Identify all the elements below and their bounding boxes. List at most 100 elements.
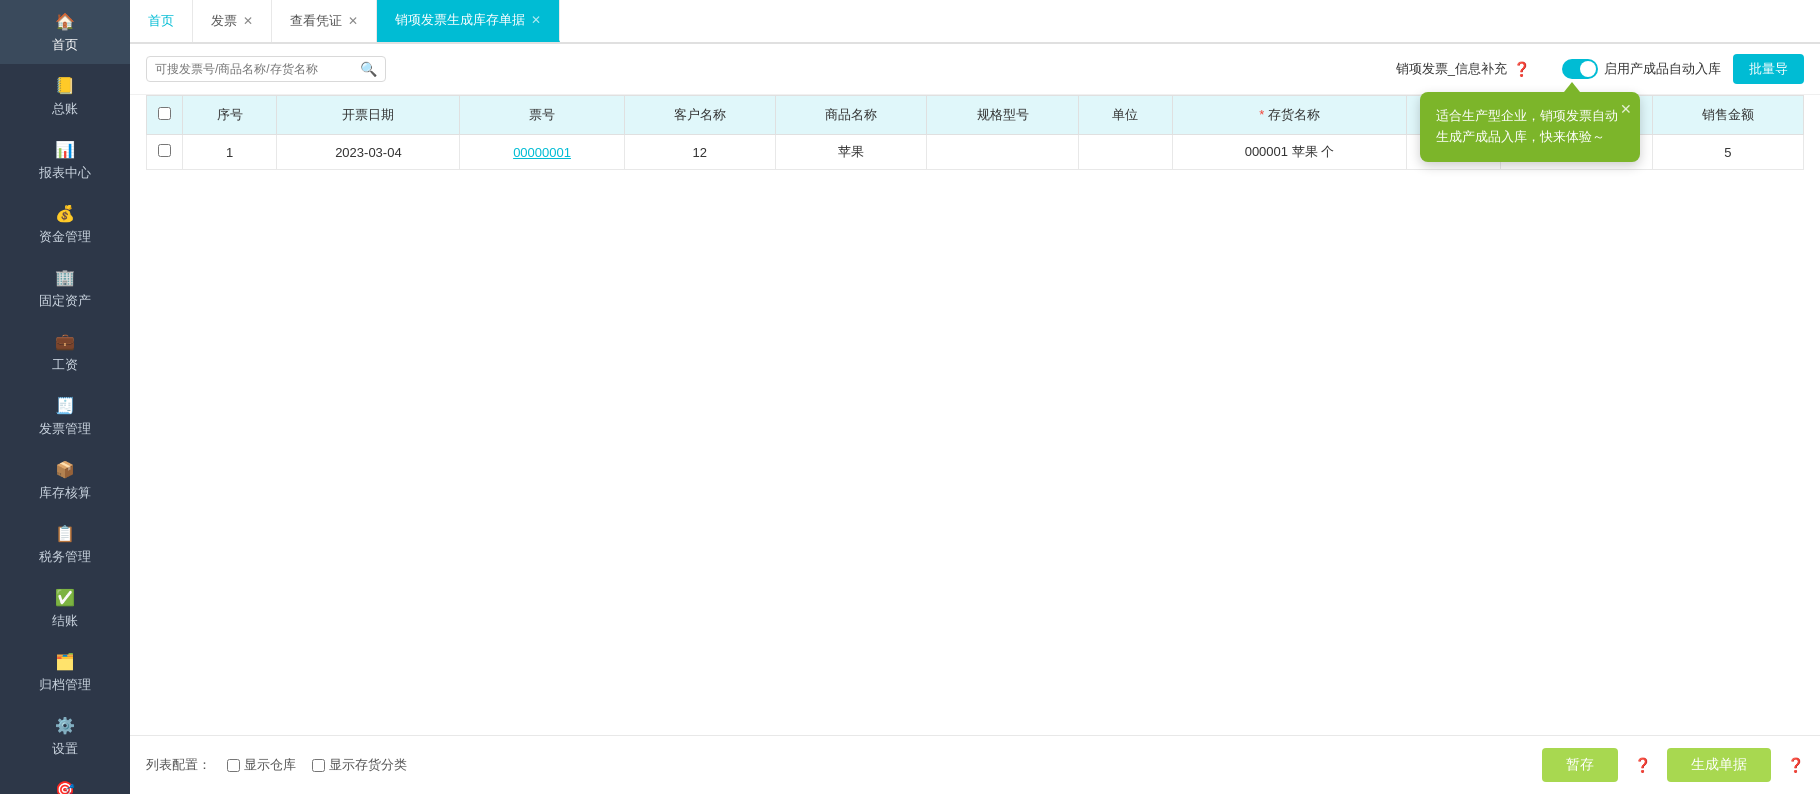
info-supplement-label: 销项发票_信息补充: [1396, 60, 1507, 78]
search-input-wrap[interactable]: 🔍: [146, 56, 386, 82]
batch-button[interactable]: 批量导: [1733, 54, 1804, 84]
sidebar-label-inventory: 库存核算: [39, 484, 91, 502]
sidebar-label-settlement: 结账: [52, 612, 78, 630]
filter-center: 销项发票_信息补充 ❓: [1396, 60, 1530, 78]
search-input[interactable]: [155, 62, 354, 76]
filter-bar: 🔍 销项发票_信息补充 ❓ 启用产成品自动入库 批量导 ✕ 适合生产型企业，销项…: [130, 44, 1820, 95]
sidebar-item-home[interactable]: 🏠 首页: [0, 0, 130, 64]
col-header-product: 商品名称: [776, 96, 927, 135]
search-icon: 🔍: [360, 61, 377, 77]
col-header-amount: 销售金额: [1652, 96, 1803, 135]
toggle-wrap: 启用产成品自动入库: [1562, 59, 1721, 79]
show-warehouse-label: 显示仓库: [244, 756, 296, 774]
tab-close-cancel-invoice-tab[interactable]: ✕: [531, 13, 541, 27]
sidebar-icon-invoice-management: 🧾: [54, 394, 76, 416]
toggle-label: 启用产成品自动入库: [1604, 60, 1721, 78]
sidebar-label-home: 首页: [52, 36, 78, 54]
sidebar-label-tax-management: 税务管理: [39, 548, 91, 566]
tab-label-cancel-invoice-tab: 销项发票生成库存单据: [395, 11, 525, 29]
sidebar-item-archive[interactable]: 🗂️ 归档管理: [0, 640, 130, 704]
select-all-checkbox[interactable]: [158, 107, 171, 120]
col-header-unit: 单位: [1078, 96, 1172, 135]
show-warehouse-item[interactable]: 显示仓库: [227, 756, 296, 774]
sidebar-item-inventory[interactable]: 📦 库存核算: [0, 448, 130, 512]
sidebar-item-tax-management[interactable]: 📋 税务管理: [0, 512, 130, 576]
tab-home-tab[interactable]: 首页: [130, 0, 193, 42]
col-header-spec: 规格型号: [927, 96, 1078, 135]
sidebar-item-settings[interactable]: ⚙️ 设置: [0, 704, 130, 768]
tooltip-popup: ✕ 适合生产型企业，销项发票自动生成产成品入库，快来体验～: [1420, 92, 1640, 162]
sidebar-item-fund-management[interactable]: 💰 资金管理: [0, 192, 130, 256]
tooltip-text: 适合生产型企业，销项发票自动生成产成品入库，快来体验～: [1436, 108, 1618, 144]
tab-close-view-voucher-tab[interactable]: ✕: [348, 14, 358, 28]
sidebar-icon-home: 🏠: [54, 10, 76, 32]
cell-spec-0: [927, 135, 1078, 170]
sidebar-item-fixed-assets[interactable]: 🏢 固定资产: [0, 256, 130, 320]
save-help-icon[interactable]: ❓: [1634, 757, 1651, 773]
bottom-bar: 列表配置： 显示仓库 显示存货分类 暂存 ❓ 生成单据 ❓: [130, 735, 1820, 794]
sidebar-icon-general-ledger: 📒: [54, 74, 76, 96]
tab-invoice-tab[interactable]: 发票 ✕: [193, 0, 272, 42]
list-config-label: 列表配置：: [146, 756, 211, 774]
sidebar-icon-guide: 🎯: [54, 778, 76, 794]
cell-number-0[interactable]: 00000001: [460, 135, 624, 170]
sidebar-icon-archive: 🗂️: [54, 650, 76, 672]
col-header-date: 开票日期: [277, 96, 460, 135]
cell-inventory-0: 000001 苹果 个: [1173, 135, 1407, 170]
sidebar-icon-tax-management: 📋: [54, 522, 76, 544]
tab-view-voucher-tab[interactable]: 查看凭证 ✕: [272, 0, 377, 42]
tab-label-view-voucher-tab: 查看凭证: [290, 12, 342, 30]
show-inventory-category-item[interactable]: 显示存货分类: [312, 756, 407, 774]
info-help-icon[interactable]: ❓: [1513, 61, 1530, 77]
table-wrap: 序号开票日期票号客户名称商品名称规格型号单位存货名称数量销售单价销售金额 120…: [130, 95, 1820, 735]
cell-date-0: 2023-03-04: [277, 135, 460, 170]
cell-product-0: 苹果: [776, 135, 927, 170]
main-area: 首页发票 ✕ 查看凭证 ✕ 销项发票生成库存单据 ✕ 🔍 销项发票_信息补充 ❓ 启用产成…: [130, 0, 1820, 794]
sidebar-item-settlement[interactable]: ✅ 结账: [0, 576, 130, 640]
tab-close-invoice-tab[interactable]: ✕: [243, 14, 253, 28]
sidebar-icon-payroll: 💼: [54, 330, 76, 352]
sidebar-label-fixed-assets: 固定资产: [39, 292, 91, 310]
sidebar: 🏠 首页 📒 总账 📊 报表中心 💰 资金管理 🏢 固定资产 💼 工资 🧾 发票…: [0, 0, 130, 794]
sidebar-item-report-center[interactable]: 📊 报表中心: [0, 128, 130, 192]
sidebar-label-invoice-management: 发票管理: [39, 420, 91, 438]
tab-bar: 首页发票 ✕ 查看凭证 ✕ 销项发票生成库存单据 ✕: [130, 0, 1820, 44]
invoice-number-link-0[interactable]: 00000001: [513, 145, 571, 160]
cell-unit-0: [1078, 135, 1172, 170]
sidebar-icon-settlement: ✅: [54, 586, 76, 608]
cell-seq-0: 1: [183, 135, 277, 170]
cell-amount-0: 5: [1652, 135, 1803, 170]
save-button[interactable]: 暂存: [1542, 748, 1618, 782]
auto-import-toggle[interactable]: [1562, 59, 1598, 79]
sidebar-icon-settings: ⚙️: [54, 714, 76, 736]
sidebar-icon-fund-management: 💰: [54, 202, 76, 224]
show-inventory-category-checkbox[interactable]: [312, 759, 325, 772]
sidebar-item-invoice-management[interactable]: 🧾 发票管理: [0, 384, 130, 448]
sidebar-label-settings: 设置: [52, 740, 78, 758]
sidebar-item-general-ledger[interactable]: 📒 总账: [0, 64, 130, 128]
sidebar-icon-fixed-assets: 🏢: [54, 266, 76, 288]
sidebar-item-guide[interactable]: 🎯 新手引导: [0, 768, 130, 794]
col-header-number: 票号: [460, 96, 624, 135]
sidebar-label-payroll: 工资: [52, 356, 78, 374]
col-header-customer: 客户名称: [624, 96, 775, 135]
cell-checkbox-0: [147, 135, 183, 170]
sidebar-label-general-ledger: 总账: [52, 100, 78, 118]
sidebar-label-report-center: 报表中心: [39, 164, 91, 182]
row-checkbox-0[interactable]: [158, 144, 171, 157]
tab-cancel-invoice-tab[interactable]: 销项发票生成库存单据 ✕: [377, 0, 560, 42]
tooltip-close-button[interactable]: ✕: [1620, 98, 1632, 120]
generate-button[interactable]: 生成单据: [1667, 748, 1771, 782]
sidebar-icon-inventory: 📦: [54, 458, 76, 480]
sidebar-label-fund-management: 资金管理: [39, 228, 91, 246]
generate-help-icon[interactable]: ❓: [1787, 757, 1804, 773]
col-header-inventory: 存货名称: [1173, 96, 1407, 135]
sidebar-label-archive: 归档管理: [39, 676, 91, 694]
show-inventory-category-label: 显示存货分类: [329, 756, 407, 774]
tab-label-invoice-tab: 发票: [211, 12, 237, 30]
cell-customer-0: 12: [624, 135, 775, 170]
content-area: 🔍 销项发票_信息补充 ❓ 启用产成品自动入库 批量导 ✕ 适合生产型企业，销项…: [130, 44, 1820, 794]
sidebar-item-payroll[interactable]: 💼 工资: [0, 320, 130, 384]
show-warehouse-checkbox[interactable]: [227, 759, 240, 772]
sidebar-icon-report-center: 📊: [54, 138, 76, 160]
